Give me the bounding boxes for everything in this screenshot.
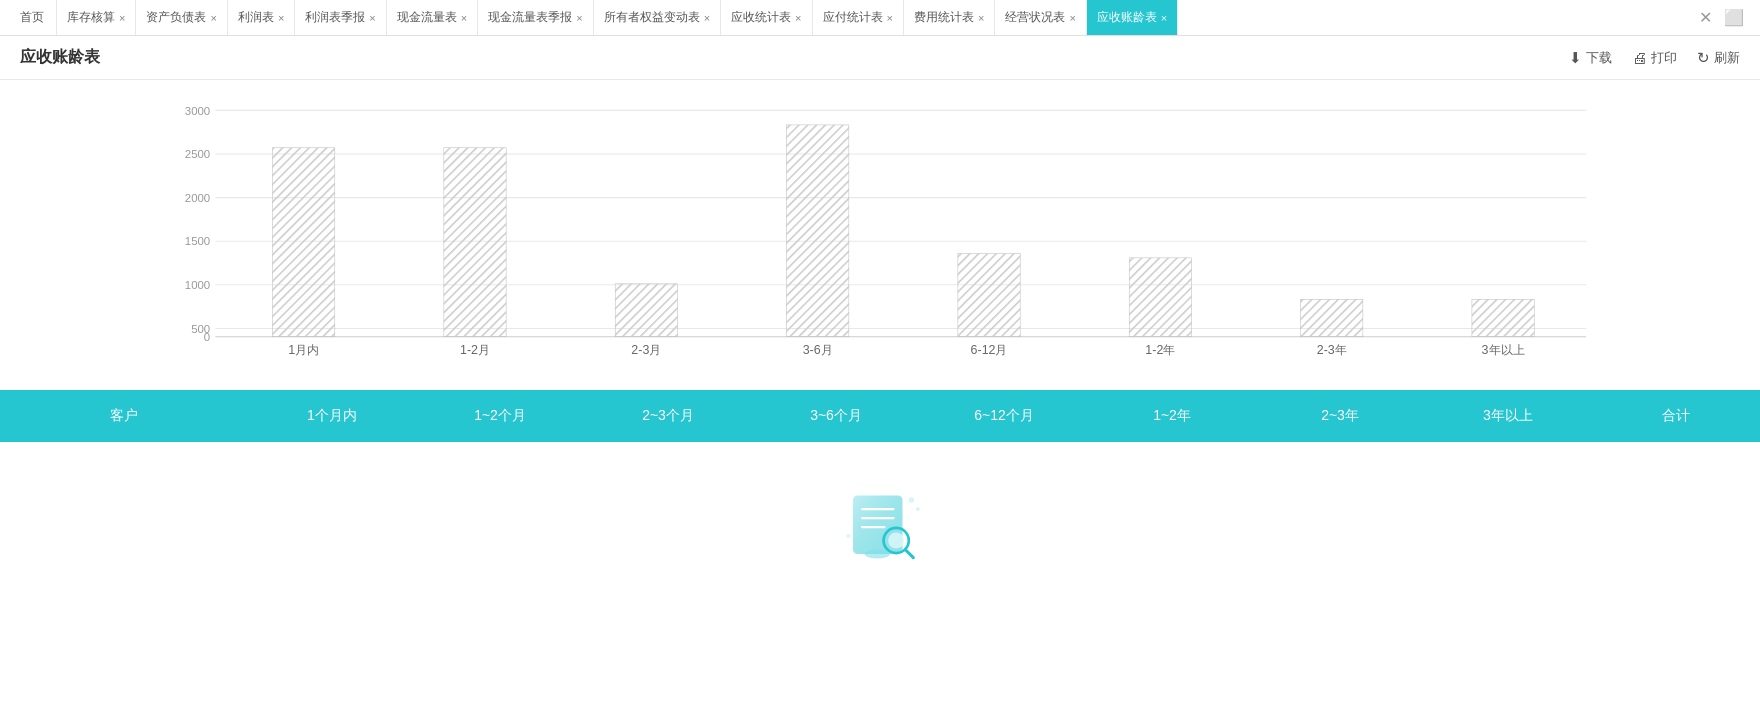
svg-line-29 — [905, 550, 913, 558]
tab-ap-stats[interactable]: 应付统计表 × — [813, 0, 904, 36]
tab-operation-label: 经营状况表 — [1005, 9, 1065, 26]
bar-3-6-month — [787, 125, 849, 337]
tab-cashflow[interactable]: 现金流量表 × — [387, 0, 478, 36]
close-cashflow-icon[interactable]: × — [461, 12, 467, 24]
tab-home[interactable]: 首页 — [8, 0, 57, 36]
th-2-3year: 2~3年 — [1256, 407, 1424, 425]
tab-cashflow-quarterly[interactable]: 现金流量表季报 × — [478, 0, 593, 36]
refresh-button[interactable]: ↻ 刷新 — [1697, 49, 1740, 67]
svg-text:1-2月: 1-2月 — [460, 343, 490, 357]
download-icon: ⬇ — [1569, 49, 1582, 67]
th-1month: 1个月内 — [248, 407, 416, 425]
tab-ar-stats-label: 应收统计表 — [731, 9, 791, 26]
table-header: 客户 1个月内 1~2个月 2~3个月 3~6个月 6~12个月 1~2年 2~… — [0, 390, 1760, 442]
svg-text:2-3年: 2-3年 — [1317, 343, 1347, 357]
chart-area: 3000 2500 2000 1500 1000 500 0 1月内 — [0, 80, 1760, 390]
close-ap-stats-icon[interactable]: × — [887, 12, 893, 24]
bar-1-2-month — [444, 148, 506, 337]
th-6-12month: 6~12个月 — [920, 407, 1088, 425]
th-3-6month: 3~6个月 — [752, 407, 920, 425]
close-ar-aging-icon[interactable]: × — [1161, 12, 1167, 24]
tab-expense-stats[interactable]: 费用统计表 × — [904, 0, 995, 36]
svg-point-30 — [865, 550, 890, 559]
bar-6-12-month — [958, 254, 1020, 337]
tab-ar-aging[interactable]: 应收账龄表 × — [1087, 0, 1178, 36]
svg-point-32 — [916, 507, 920, 511]
tab-operation[interactable]: 经营状况表 × — [995, 0, 1086, 36]
svg-text:1000: 1000 — [185, 279, 210, 291]
tab-ar-stats[interactable]: 应收统计表 × — [721, 0, 812, 36]
th-1-2month: 1~2个月 — [416, 407, 584, 425]
close-inventory-icon[interactable]: × — [119, 12, 125, 24]
page-title: 应收账龄表 — [20, 47, 100, 68]
bar-2-3-month — [615, 284, 677, 337]
header-actions: ⬇ 下载 🖨 打印 ↻ 刷新 — [1569, 49, 1740, 67]
close-profit-quarterly-icon[interactable]: × — [369, 12, 375, 24]
tab-profit-quarterly-label: 利润表季报 — [305, 9, 365, 26]
th-1-2year: 1~2年 — [1088, 407, 1256, 425]
tab-balance-sheet[interactable]: 资产负债表 × — [136, 0, 227, 36]
tab-cashflow-label: 现金流量表 — [397, 9, 457, 26]
tab-balance-sheet-label: 资产负债表 — [146, 9, 206, 26]
window-maximize-button[interactable]: ⬜ — [1724, 8, 1744, 27]
svg-text:1-2年: 1-2年 — [1145, 343, 1175, 357]
close-equity-icon[interactable]: × — [704, 12, 710, 24]
svg-point-28 — [888, 532, 904, 548]
tab-equity[interactable]: 所有者权益变动表 × — [594, 0, 721, 36]
bar-2-3-year — [1301, 299, 1363, 336]
bar-1-month — [273, 148, 335, 337]
close-balance-sheet-icon[interactable]: × — [210, 12, 216, 24]
tab-profit[interactable]: 利润表 × — [228, 0, 295, 36]
download-label: 下载 — [1586, 49, 1612, 67]
th-total: 合计 — [1592, 407, 1760, 425]
svg-text:3年以上: 3年以上 — [1482, 343, 1525, 357]
empty-state — [0, 442, 1760, 720]
bar-chart: 3000 2500 2000 1500 1000 500 0 1月内 — [40, 100, 1720, 370]
tab-inventory-label: 库存核算 — [67, 9, 115, 26]
th-2-3month: 2~3个月 — [584, 407, 752, 425]
print-button[interactable]: 🖨 打印 — [1632, 49, 1677, 67]
print-icon: 🖨 — [1632, 49, 1647, 66]
refresh-icon: ↻ — [1697, 49, 1710, 67]
window-controls: ✕ ⬜ — [1699, 8, 1752, 27]
window-close-button[interactable]: ✕ — [1699, 8, 1712, 27]
document-search-icon — [835, 482, 925, 572]
tab-profit-label: 利润表 — [238, 9, 274, 26]
th-customer: 客户 — [0, 407, 248, 425]
svg-text:2-3月: 2-3月 — [631, 343, 661, 357]
close-profit-icon[interactable]: × — [278, 12, 284, 24]
svg-text:6-12月: 6-12月 — [971, 343, 1008, 357]
close-operation-icon[interactable]: × — [1069, 12, 1075, 24]
tab-bar: 首页 库存核算 × 资产负债表 × 利润表 × 利润表季报 × 现金流量表 × … — [0, 0, 1760, 36]
y-axis: 3000 2500 2000 1500 1000 500 0 — [185, 105, 1586, 343]
tab-ap-stats-label: 应付统计表 — [823, 9, 883, 26]
svg-text:1500: 1500 — [185, 235, 210, 247]
main-content: 3000 2500 2000 1500 1000 500 0 1月内 — [0, 80, 1760, 720]
svg-point-33 — [846, 534, 851, 539]
refresh-label: 刷新 — [1714, 49, 1740, 67]
close-ar-stats-icon[interactable]: × — [795, 12, 801, 24]
tab-expense-stats-label: 费用统计表 — [914, 9, 974, 26]
th-3plus-year: 3年以上 — [1424, 407, 1592, 425]
svg-text:0: 0 — [204, 331, 210, 343]
print-label: 打印 — [1651, 49, 1677, 67]
bar-1-2-year — [1129, 258, 1191, 337]
page-header: 应收账龄表 ⬇ 下载 🖨 打印 ↻ 刷新 — [0, 36, 1760, 80]
svg-text:3-6月: 3-6月 — [803, 343, 833, 357]
tab-ar-aging-label: 应收账龄表 — [1097, 9, 1157, 26]
svg-text:2500: 2500 — [185, 148, 210, 160]
home-tab-label: 首页 — [20, 9, 44, 26]
svg-point-31 — [909, 497, 914, 502]
svg-text:1月内: 1月内 — [288, 343, 319, 357]
svg-text:2000: 2000 — [185, 192, 210, 204]
download-button[interactable]: ⬇ 下载 — [1569, 49, 1612, 67]
svg-text:3000: 3000 — [185, 105, 210, 117]
tab-equity-label: 所有者权益变动表 — [604, 9, 700, 26]
close-cashflow-quarterly-icon[interactable]: × — [576, 12, 582, 24]
bar-3plus-year — [1472, 299, 1534, 336]
tab-cashflow-quarterly-label: 现金流量表季报 — [488, 9, 572, 26]
tab-inventory[interactable]: 库存核算 × — [57, 0, 136, 36]
close-expense-stats-icon[interactable]: × — [978, 12, 984, 24]
tab-profit-quarterly[interactable]: 利润表季报 × — [295, 0, 386, 36]
